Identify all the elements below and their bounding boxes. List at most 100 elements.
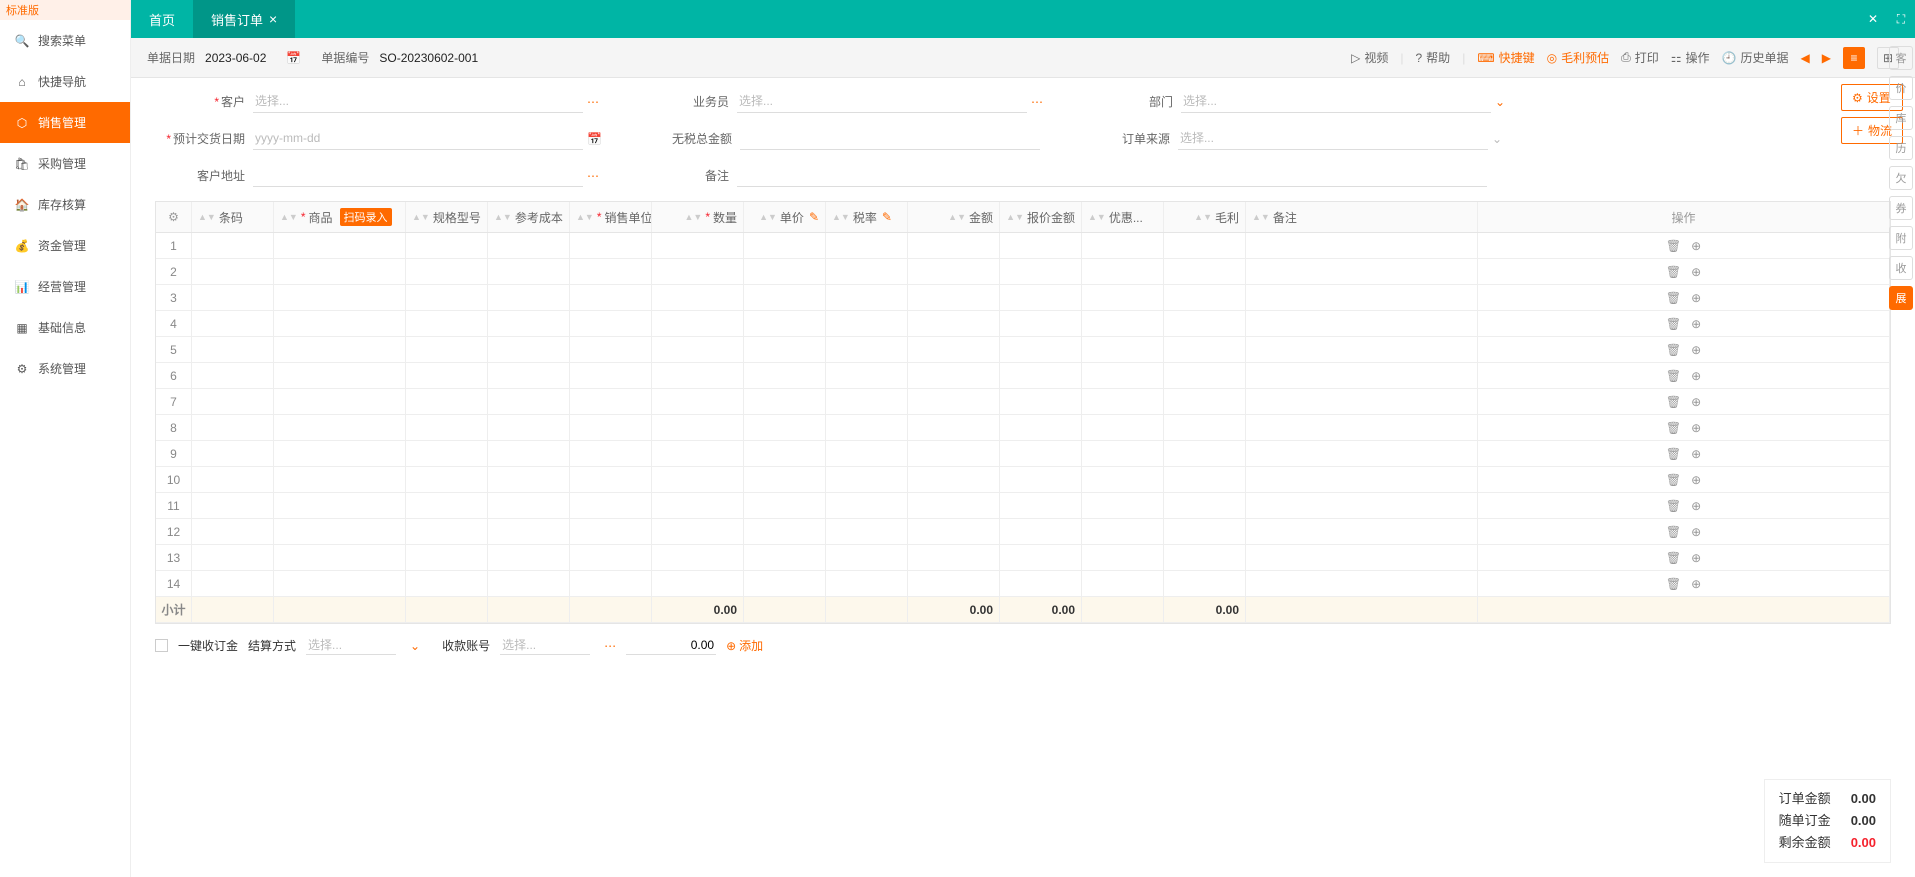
collect-deposit-checkbox[interactable]	[155, 639, 168, 652]
salesman-input[interactable]	[737, 90, 1027, 113]
delete-icon[interactable]: 🗑	[1666, 239, 1681, 253]
chevron-down-icon[interactable]: ⌄	[1495, 95, 1505, 109]
col-tax[interactable]: ▲▼税率✎	[826, 202, 908, 232]
addr-more-icon[interactable]: ⋯	[587, 169, 599, 183]
delete-icon[interactable]: 🗑	[1666, 421, 1681, 435]
table-row[interactable]: 4🗑⊕	[156, 311, 1890, 337]
rail-item[interactable]: 附	[1889, 226, 1913, 250]
sidebar-item-search[interactable]: 🔍搜索菜单	[0, 20, 130, 61]
table-row[interactable]: 3🗑⊕	[156, 285, 1890, 311]
table-row[interactable]: 12🗑⊕	[156, 519, 1890, 545]
table-row[interactable]: 6🗑⊕	[156, 363, 1890, 389]
salesman-more-icon[interactable]: ⋯	[1031, 95, 1043, 109]
copy-icon[interactable]: ⊕	[1691, 265, 1701, 279]
delete-icon[interactable]: 🗑	[1666, 395, 1681, 409]
scan-badge[interactable]: 扫码录入	[340, 208, 392, 226]
tab-首页[interactable]: 首页	[131, 0, 193, 38]
delete-icon[interactable]: 🗑	[1666, 291, 1681, 305]
col-spec[interactable]: ▲▼规格型号	[406, 202, 488, 232]
settle-type-input[interactable]	[306, 636, 396, 655]
close-icon[interactable]: ×	[269, 11, 277, 27]
rail-item[interactable]: 价	[1889, 76, 1913, 100]
copy-icon[interactable]: ⊕	[1691, 551, 1701, 565]
sidebar-item-bag[interactable]: 🛍采购管理	[0, 143, 130, 184]
col-amount[interactable]: ▲▼金额	[908, 202, 1000, 232]
copy-icon[interactable]: ⊕	[1691, 525, 1701, 539]
table-row[interactable]: 10🗑⊕	[156, 467, 1890, 493]
customer-more-icon[interactable]: ⋯	[587, 95, 599, 109]
delete-icon[interactable]: 🗑	[1666, 369, 1681, 383]
nav-arrow[interactable]: ▶	[1822, 51, 1831, 65]
rail-item[interactable]: 欠	[1889, 166, 1913, 190]
toolbar-ops[interactable]: ⚏操作	[1671, 49, 1710, 66]
copy-icon[interactable]: ⊕	[1691, 343, 1701, 357]
col-discount[interactable]: ▲▼优惠...	[1082, 202, 1164, 232]
tabs-close-all[interactable]: ✕	[1859, 12, 1887, 26]
col-quote[interactable]: ▲▼报价金额	[1000, 202, 1082, 232]
table-row[interactable]: 11🗑⊕	[156, 493, 1890, 519]
toolbar-profit[interactable]: ◎毛利预估	[1547, 49, 1610, 66]
copy-icon[interactable]: ⊕	[1691, 447, 1701, 461]
rail-item[interactable]: 历	[1889, 136, 1913, 160]
rail-item[interactable]: 展	[1889, 286, 1913, 310]
copy-icon[interactable]: ⊕	[1691, 577, 1701, 591]
nav-arrow[interactable]: ◀	[1801, 51, 1810, 65]
chevron-down-icon[interactable]: ⌄	[1492, 132, 1502, 146]
account-more-icon[interactable]: ⋯	[604, 639, 616, 653]
table-row[interactable]: 1🗑⊕	[156, 233, 1890, 259]
sidebar-item-chart[interactable]: 📊经营管理	[0, 266, 130, 307]
edit-icon[interactable]: ✎	[882, 210, 892, 224]
toolbar-hist[interactable]: 🕘历史单据	[1722, 49, 1789, 66]
table-row[interactable]: 5🗑⊕	[156, 337, 1890, 363]
rail-item[interactable]: 客	[1889, 46, 1913, 70]
rail-item[interactable]: 库	[1889, 106, 1913, 130]
gear-column[interactable]: ⚙	[156, 202, 192, 232]
col-refcost[interactable]: ▲▼参考成本	[488, 202, 570, 232]
table-row[interactable]: 2🗑⊕	[156, 259, 1890, 285]
sidebar-item-gear[interactable]: ⚙系统管理	[0, 348, 130, 389]
customer-input[interactable]	[253, 90, 583, 113]
table-row[interactable]: 8🗑⊕	[156, 415, 1890, 441]
toolbar-kbd[interactable]: ⌨快捷键	[1477, 49, 1534, 66]
tabs-fullscreen[interactable]: ⛶	[1887, 12, 1915, 27]
copy-icon[interactable]: ⊕	[1691, 395, 1701, 409]
col-unit[interactable]: ▲▼*销售单位	[570, 202, 652, 232]
sidebar-item-coin[interactable]: 💰资金管理	[0, 225, 130, 266]
sidebar-item-grid[interactable]: ▦基础信息	[0, 307, 130, 348]
col-qty[interactable]: ▲▼*数量	[652, 202, 744, 232]
account-input[interactable]	[500, 636, 590, 655]
edit-icon[interactable]: ✎	[809, 210, 819, 224]
copy-icon[interactable]: ⊕	[1691, 317, 1701, 331]
toolbar-play[interactable]: ▷视频	[1351, 49, 1388, 66]
copy-icon[interactable]: ⊕	[1691, 369, 1701, 383]
toolbar-print[interactable]: ⎙打印	[1621, 49, 1659, 66]
copy-icon[interactable]: ⊕	[1691, 421, 1701, 435]
add-button[interactable]: ⊕添加	[726, 637, 763, 654]
sidebar-item-house[interactable]: 🏠库存核算	[0, 184, 130, 225]
delete-icon[interactable]: 🗑	[1666, 265, 1681, 279]
table-row[interactable]: 9🗑⊕	[156, 441, 1890, 467]
col-barcode[interactable]: ▲▼条码	[192, 202, 274, 232]
chevron-down-icon[interactable]: ⌄	[410, 639, 420, 653]
delete-icon[interactable]: 🗑	[1666, 447, 1681, 461]
footer-amount-input[interactable]	[626, 636, 716, 655]
delivery-date-input[interactable]	[253, 127, 583, 150]
view-toggle[interactable]: ≡	[1843, 47, 1865, 69]
notax-amount-input[interactable]	[740, 127, 1040, 150]
remark-input[interactable]	[737, 164, 1487, 187]
doc-date-value[interactable]: 2023-06-02	[205, 51, 266, 65]
sidebar-item-nut[interactable]: ⬡销售管理	[0, 102, 130, 143]
col-remark[interactable]: ▲▼备注	[1246, 202, 1478, 232]
delete-icon[interactable]: 🗑	[1666, 473, 1681, 487]
sidebar-item-home[interactable]: ⌂快捷导航	[0, 61, 130, 102]
customer-address-input[interactable]	[253, 164, 583, 187]
table-row[interactable]: 7🗑⊕	[156, 389, 1890, 415]
rail-item[interactable]: 券	[1889, 196, 1913, 220]
copy-icon[interactable]: ⊕	[1691, 291, 1701, 305]
copy-icon[interactable]: ⊕	[1691, 473, 1701, 487]
col-price[interactable]: ▲▼单价✎	[744, 202, 826, 232]
calendar-icon[interactable]: 📅	[286, 51, 301, 65]
calendar-icon[interactable]: 📅	[587, 132, 602, 146]
delete-icon[interactable]: 🗑	[1666, 577, 1681, 591]
col-profit[interactable]: ▲▼毛利	[1164, 202, 1246, 232]
